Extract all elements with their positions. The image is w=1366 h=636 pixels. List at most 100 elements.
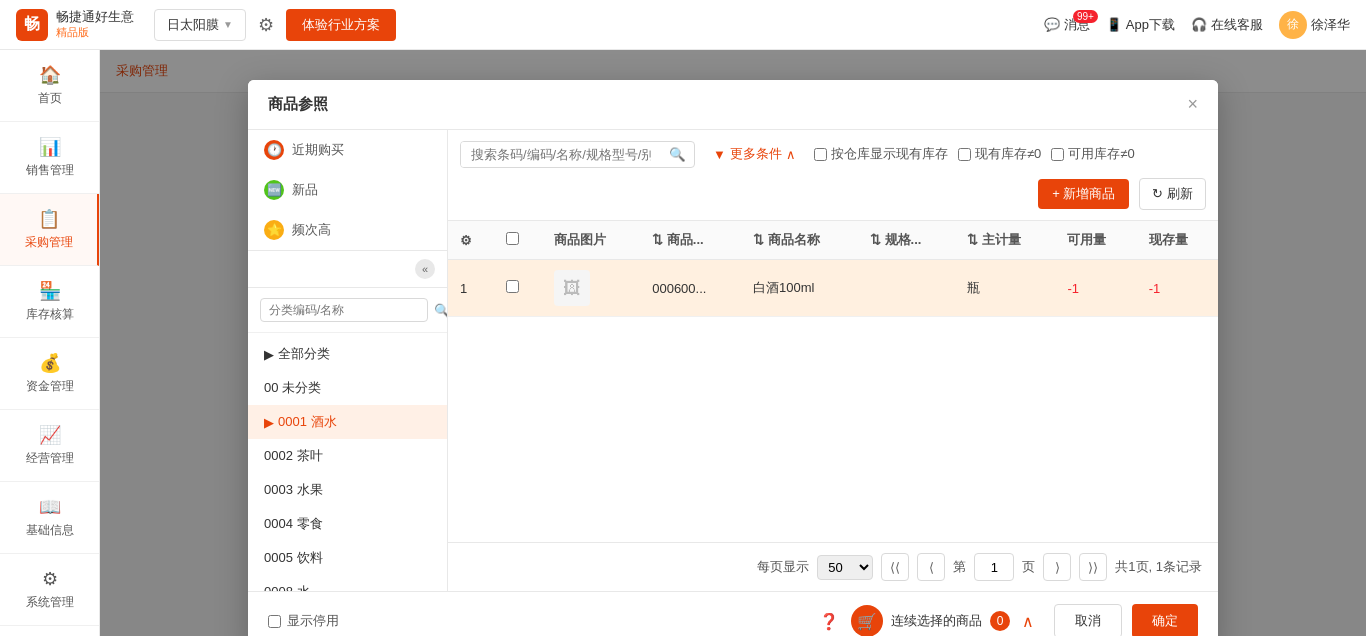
cat-arrow-0001-icon: ▶ [264,415,274,430]
system-icon: ⚙ [42,568,58,590]
app-download-item[interactable]: 📱 App下载 [1106,16,1175,34]
first-page-button[interactable]: ⟨⟨ [881,553,909,581]
show-disabled-label: 显示停用 [287,612,339,630]
sidebar-item-sales[interactable]: 📊 销售管理 [0,122,99,194]
user-profile[interactable]: 徐 徐泽华 [1279,11,1350,39]
inventory-icon: 🏪 [39,280,61,302]
show-disabled-input[interactable] [268,615,281,628]
product-reference-modal: 商品参照 × 🕐 近期购买 🆕 [248,80,1218,636]
col-spec[interactable]: ⇅ 规格... [858,221,955,260]
col-settings[interactable]: ⚙ [448,221,494,260]
checkbox-available-stock-input[interactable] [1051,148,1064,161]
cat-item-0002[interactable]: 0002 茶叶 [248,439,447,473]
cart-icon[interactable]: 🛒 [851,605,883,636]
sidebar-item-finance[interactable]: 💰 资金管理 [0,338,99,410]
prev-page-button[interactable]: ⟨ [917,553,945,581]
product-search-input[interactable] [461,142,661,167]
page-number-input[interactable] [974,553,1014,581]
more-filter-button[interactable]: ▼ 更多条件 ∧ [705,140,804,168]
cat-item-0004[interactable]: 0004 零食 [248,507,447,541]
cat-item-0003[interactable]: 0003 水果 [248,473,447,507]
cancel-button[interactable]: 取消 [1054,604,1122,636]
quick-label-recent: 近期购买 [292,141,344,159]
col-available: 可用量 [1055,221,1136,260]
message-icon: 💬 [1044,17,1060,32]
show-disabled-checkbox[interactable]: 显示停用 [268,612,339,630]
col-code[interactable]: ⇅ 商品... [640,221,741,260]
table-row[interactable]: 1 🖼 000600... 白酒100ml 瓶 [448,260,1218,317]
cat-label-0001: 0001 酒水 [278,413,337,431]
checkbox-warehouse-stock-input[interactable] [814,148,827,161]
cat-item-all[interactable]: ▶ 全部分类 [248,337,447,371]
sidebar-item-home[interactable]: 🏠 首页 [0,50,99,122]
logo-area: 畅 畅捷通好生意 精品版 [16,9,134,41]
collapse-left-panel-button[interactable]: « [415,259,435,279]
cat-item-0008[interactable]: 0008 水 [248,575,447,591]
col-name[interactable]: ⇅ 商品名称 [741,221,858,260]
row-checkbox[interactable] [506,280,519,293]
category-search-area: 🔍 [248,288,447,333]
checkbox-nonzero-stock[interactable]: 现有库存≠0 [958,145,1041,163]
cat-item-00[interactable]: 00 未分类 [248,371,447,405]
checkbox-available-stock[interactable]: 可用库存≠0 [1051,145,1134,163]
sidebar-item-inventory[interactable]: 🏪 库存核算 [0,266,99,338]
trial-button[interactable]: 体验行业方案 [286,9,396,41]
sidebar-label-business: 经营管理 [26,450,74,467]
cat-item-0001[interactable]: ▶ 0001 酒水 [248,405,447,439]
sidebar-item-purchase[interactable]: 📋 采购管理 [0,194,99,266]
product-table: ⚙ 商品图片 ⇅ 商品... ⇅ 商品名称 ⇅ 规格... ⇅ 主计量 可用量 [448,221,1218,317]
sidebar-item-system[interactable]: ⚙ 系统管理 [0,554,99,626]
modal-overlay: 商品参照 × 🕐 近期购买 🆕 [100,50,1366,636]
cart-count-badge: 0 [990,611,1010,631]
cell-name: 白酒100ml [741,260,858,317]
product-search-button[interactable]: 🔍 [661,142,694,167]
main-layout: 🏠 首页 📊 销售管理 📋 采购管理 🏪 库存核算 💰 资金管理 📈 经营管理 … [0,50,1366,636]
cat-item-0005[interactable]: 0005 饮料 [248,541,447,575]
col-checkbox[interactable] [494,221,542,260]
collapse-cart-icon[interactable]: ∧ [1022,612,1034,631]
sidebar: 🏠 首页 📊 销售管理 📋 采购管理 🏪 库存核算 💰 资金管理 📈 经营管理 … [0,50,100,636]
notifications-badge: 99+ [1073,10,1098,23]
filter-icon: ▼ [713,147,726,162]
next-page-button[interactable]: ⟩ [1043,553,1071,581]
select-all-checkbox[interactable] [506,232,519,245]
quick-item-recent[interactable]: 🕐 近期购买 [248,130,447,170]
settings-icon[interactable]: ⚙ [258,14,274,36]
sidebar-label-base: 基础信息 [26,522,74,539]
filter-collapse-icon: ∧ [786,147,796,162]
quick-item-new[interactable]: 🆕 新品 [248,170,447,210]
sales-icon: 📊 [39,136,61,158]
category-search-input[interactable] [260,298,428,322]
page-size-select[interactable]: 50 100 200 [817,555,873,580]
notifications-item[interactable]: 💬 99+ 消息 [1044,16,1090,34]
sidebar-item-business[interactable]: 📈 经营管理 [0,410,99,482]
right-panel: 🔍 ▼ 更多条件 ∧ 按仓库显示现有库存 [448,130,1218,591]
cat-label-0004: 0004 零食 [264,515,323,533]
col-unit[interactable]: ⇅ 主计量 [955,221,1055,260]
add-product-button[interactable]: + 新增商品 [1038,179,1129,209]
sidebar-item-base[interactable]: 📖 基础信息 [0,482,99,554]
cart-area: 🛒 连续选择的商品 0 [851,605,1010,636]
nav-dropdown[interactable]: 日太阳膜 ▼ [154,9,246,41]
modal-close-button[interactable]: × [1187,94,1198,115]
cat-label-0005: 0005 饮料 [264,549,323,567]
cell-unit: 瓶 [955,260,1055,317]
quick-item-frequent[interactable]: ⭐ 频次高 [248,210,447,250]
pagination: 每页显示 50 100 200 ⟨⟨ ⟨ 第 页 ⟩ [448,542,1218,591]
cell-checkbox[interactable] [494,260,542,317]
refresh-button[interactable]: ↻ 刷新 [1139,178,1206,210]
last-page-button[interactable]: ⟩⟩ [1079,553,1107,581]
col-image: 商品图片 [542,221,640,260]
nav-right: 💬 99+ 消息 📱 App下载 🎧 在线客服 徐 徐泽华 [1044,11,1350,39]
cat-label-00: 00 未分类 [264,379,321,397]
sidebar-item-enterprise[interactable]: 🤝 企业协同 [0,626,99,636]
checkbox-nonzero-stock-input[interactable] [958,148,971,161]
online-service-item[interactable]: 🎧 在线客服 [1191,16,1263,34]
category-tree: ▶ 全部分类 00 未分类 ▶ 0001 酒水 0002 茶 [248,333,447,591]
confirm-button[interactable]: 确定 [1132,604,1198,636]
help-icon[interactable]: ❓ [819,612,839,631]
category-search-icon[interactable]: 🔍 [434,303,448,318]
table-body: 1 🖼 000600... 白酒100ml 瓶 [448,260,1218,317]
checkbox-show-stock[interactable]: 按仓库显示现有库存 [814,145,948,163]
cart-label: 连续选择的商品 [891,612,982,630]
